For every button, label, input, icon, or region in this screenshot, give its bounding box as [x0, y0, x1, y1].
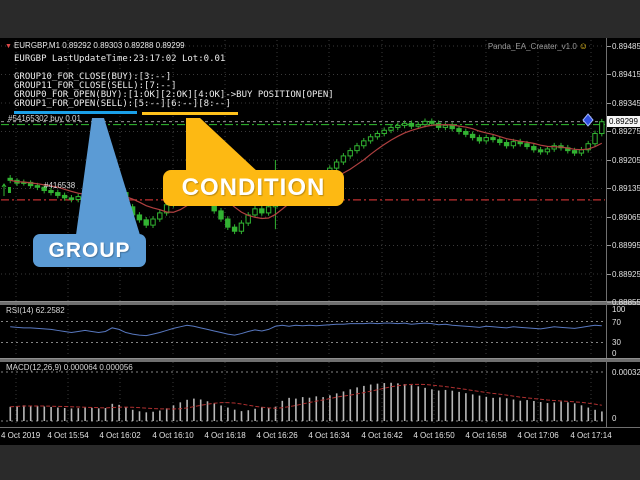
ea-title-text: Panda_EA_Creater_v1.0: [487, 42, 577, 51]
rsi-indicator-label: RSI(14) 62.2582: [6, 306, 65, 315]
time-tick-label: 4 Oct 2019: [1, 431, 41, 440]
price-tick-mark: [607, 188, 611, 190]
price-tick-mark: [607, 302, 611, 304]
price-tick-label: 0.89275: [612, 127, 640, 137]
time-tick-label: 4 Oct 16:02: [99, 431, 141, 440]
rsi-panel-splitter[interactable]: [0, 301, 640, 305]
price-tick-label: 0.89205: [612, 155, 640, 165]
time-axis-divider: [0, 427, 640, 428]
callout-condition-label: CONDITION: [181, 174, 326, 201]
time-tick-label: 4 Oct 16:26: [256, 431, 298, 440]
price-tick-label: 0.89415: [612, 70, 640, 80]
time-tick-label: 4 Oct 17:06: [517, 431, 559, 440]
callout-group: GROUP: [33, 234, 146, 267]
time-tick-label: 4 Oct 16:42: [361, 431, 403, 440]
price-tick-mark: [607, 216, 611, 218]
price-tick-label: 0.89135: [612, 184, 640, 194]
symbol-ohlc-line: ▼ EURGBP,M1 0.89292 0.89303 0.89288 0.892…: [5, 41, 185, 50]
price-tick-mark: [607, 245, 611, 247]
price-tick-label: 0.88995: [612, 241, 640, 251]
macd-panel-splitter[interactable]: [0, 358, 640, 362]
price-tick-mark: [607, 46, 611, 47]
group-underline: [14, 111, 137, 114]
rsi-tick-label: 70: [612, 317, 621, 327]
price-tick-label: 0.89345: [612, 98, 640, 108]
price-tick-mark: [607, 102, 611, 104]
time-tick-label: 4 Oct 16:50: [413, 431, 455, 440]
time-tick-label: 4 Oct 16:18: [204, 431, 246, 440]
price-tick-mark: [607, 159, 611, 161]
time-tick-label: 4 Oct 17:14: [570, 431, 612, 440]
symbol-ohlc-text: EURGBP,M1 0.89292 0.89303 0.89288 0.8929…: [13, 41, 185, 50]
macd-tick-label: 0: [612, 414, 617, 423]
macd-indicator-label: MACD(12,26,9) 0.000064 0.000056: [6, 363, 133, 372]
price-tick-mark: [607, 131, 611, 133]
ea-title: Panda_EA_Creater_v1.0 ☺: [470, 41, 588, 51]
order-label: #54165302 buy 0.01: [8, 114, 81, 123]
price-tick-mark: [607, 273, 611, 275]
callout-condition: CONDITION: [163, 170, 344, 206]
current-price-tag: 0.89299: [607, 116, 640, 127]
condition-underline: [142, 112, 238, 115]
time-tick-label: 4 Oct 16:58: [465, 431, 507, 440]
rsi-tick-label: 0: [612, 349, 617, 358]
price-tick-label: 0.89485: [612, 42, 640, 51]
mt4-chart-window: ▼ EURGBP,M1 0.89292 0.89303 0.89288 0.892…: [0, 0, 640, 480]
time-tick-label: 4 Oct 15:54: [47, 431, 89, 440]
time-tick-label: 4 Oct 16:10: [152, 431, 194, 440]
order-label-2: #416538: [44, 181, 76, 190]
price-tick-label: 0.88925: [612, 269, 640, 279]
callout-group-label: GROUP: [48, 238, 131, 262]
price-tick-label: 0.89065: [612, 212, 640, 222]
ea-comment-line: EURGBP LastUpdateTime:23:17:02 Lot:0.01: [14, 54, 226, 64]
ea-comment-line: GROUP1_FOR_OPEN(SELL):[5:--][6:--][8:--]: [14, 99, 231, 109]
rsi-tick-label: 100: [612, 305, 626, 314]
rsi-tick-label: 30: [612, 338, 621, 348]
symbol-dropdown-arrow-icon[interactable]: ▼: [5, 43, 12, 50]
time-tick-label: 4 Oct 16:34: [308, 431, 350, 440]
price-tick-mark: [607, 74, 611, 76]
price-scale-divider: [606, 38, 607, 427]
macd-tick-label: 0.000328: [612, 367, 640, 377]
ea-smiley-icon[interactable]: ☺: [579, 41, 588, 51]
